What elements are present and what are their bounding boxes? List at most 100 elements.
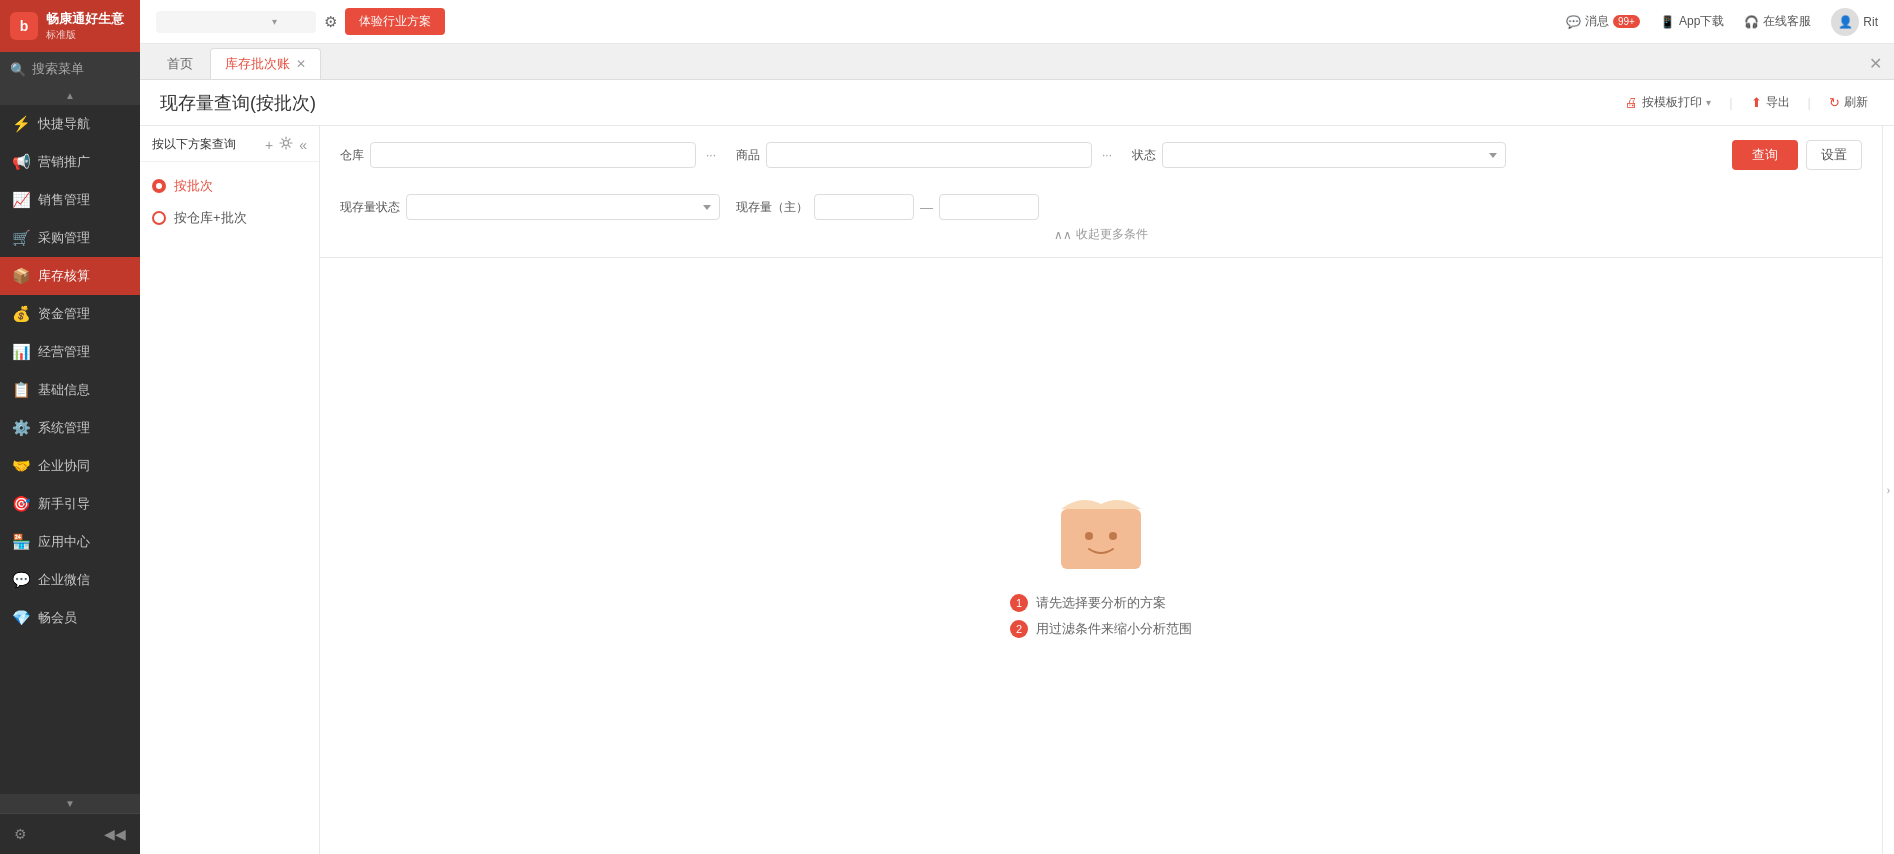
sidebar-item-finance[interactable]: 💰 资金管理	[0, 295, 140, 333]
basic-icon: 📋	[12, 381, 30, 399]
inventory-status-label: 现存量状态	[340, 199, 400, 216]
sidebar-collapse-btn[interactable]: ◀◀	[100, 822, 130, 846]
sidebar-item-wechat[interactable]: 💬 企业微信	[0, 561, 140, 599]
status-select[interactable]	[1162, 142, 1506, 168]
svg-point-3	[1109, 532, 1117, 540]
vip-icon: 💎	[12, 609, 30, 627]
status-label: 状态	[1132, 147, 1156, 164]
topbar-right: 💬 消息 99+ 📱 App下载 🎧 在线客服 👤 Rit	[1566, 8, 1878, 36]
scheme-item-by-batch[interactable]: 按批次	[140, 170, 319, 202]
hint-2-num: 2	[1010, 620, 1028, 638]
product-label: 商品	[736, 147, 760, 164]
product-input[interactable]	[766, 142, 1092, 168]
empty-hint-1: 1 请先选择要分析的方案	[1010, 594, 1192, 612]
warehouse-input[interactable]	[370, 142, 696, 168]
inventory-qty-from-input[interactable]	[814, 194, 914, 220]
query-btn[interactable]: 查询	[1732, 140, 1798, 170]
sidebar-item-quick-nav[interactable]: ⚡ 快捷导航	[0, 105, 140, 143]
print-dropdown-icon[interactable]: ▾	[1706, 97, 1711, 108]
sidebar-scroll-down[interactable]: ▼	[0, 794, 140, 813]
print-icon: 🖨	[1625, 95, 1638, 110]
phone-icon: 📱	[1660, 15, 1675, 29]
scheme-add-btn[interactable]: +	[265, 137, 273, 153]
topbar-search-input[interactable]	[166, 15, 266, 29]
export-btn[interactable]: ⬆ 导出	[1745, 90, 1796, 115]
sidebar-header: b 畅康通好生意 标准版	[0, 0, 140, 52]
appstore-icon: 🏪	[12, 533, 30, 551]
message-btn[interactable]: 💬 消息 99+	[1566, 13, 1640, 30]
finance-icon: 💰	[12, 305, 30, 323]
empty-hint-2: 2 用过滤条件来缩小分析范围	[1010, 620, 1192, 638]
divider2: |	[1808, 95, 1811, 110]
scheme-item-by-warehouse-batch[interactable]: 按仓库+批次	[140, 202, 319, 234]
svg-point-0	[284, 141, 289, 146]
warehouse-field: 仓库 ···	[340, 142, 720, 168]
page-actions: 🖨 按模板打印 ▾ | ⬆ 导出 | ↻ 刷新	[1619, 90, 1874, 115]
filter-row-2: 现存量状态 现存量（主） —	[340, 194, 1862, 220]
sidebar: b 畅康通好生意 标准版 🔍 搜索菜单 ▲ ⚡ 快捷导航 📢 营销推广 📈 销售…	[0, 0, 140, 854]
topbar-gear-icon[interactable]: ⚙	[324, 13, 337, 31]
message-icon: 💬	[1566, 15, 1581, 29]
scheme-dot-by-warehouse-batch	[152, 211, 166, 225]
sidebar-item-enterprise[interactable]: 🤝 企业协同	[0, 447, 140, 485]
tabbar: 首页 库存批次账 ✕ ✕	[140, 44, 1894, 80]
message-badge: 99+	[1613, 15, 1640, 28]
right-edge-collapse[interactable]: ›	[1882, 126, 1894, 854]
search-menu-item[interactable]: 🔍 搜索菜单	[0, 52, 140, 86]
inventory-qty-to-input[interactable]	[939, 194, 1039, 220]
scheme-header-actions: + «	[265, 136, 307, 153]
sidebar-item-appstore[interactable]: 🏪 应用中心	[0, 523, 140, 561]
tab-home[interactable]: 首页	[152, 48, 208, 79]
hint-1-num: 1	[1010, 594, 1028, 612]
sidebar-item-basic[interactable]: 📋 基础信息	[0, 371, 140, 409]
warehouse-label: 仓库	[340, 147, 364, 164]
topbar-search-dropdown-icon[interactable]: ▾	[272, 16, 277, 27]
inventory-status-select[interactable]	[406, 194, 720, 220]
warehouse-more-btn[interactable]: ···	[702, 148, 720, 162]
operations-icon: 📊	[12, 343, 30, 361]
filter-row-1: 仓库 ··· 商品 ··· 状态	[340, 140, 1862, 170]
scheme-settings-btn[interactable]	[279, 136, 293, 153]
service-icon: 🎧	[1744, 15, 1759, 29]
collapse-icon: ∧∧	[1054, 228, 1072, 242]
print-btn[interactable]: 🖨 按模板打印 ▾	[1619, 90, 1717, 115]
sidebar-scroll-up[interactable]: ▲	[0, 86, 140, 105]
sidebar-footer: ⚙ ◀◀	[0, 813, 140, 854]
filter-area: 仓库 ··· 商品 ··· 状态	[320, 126, 1882, 258]
sidebar-settings-btn[interactable]: ⚙	[10, 822, 31, 846]
page-title: 现存量查询(按批次)	[160, 91, 316, 115]
sidebar-item-vip[interactable]: 💎 畅会员	[0, 599, 140, 637]
sidebar-item-newbie[interactable]: 🎯 新手引导	[0, 485, 140, 523]
tab-inventory-batch[interactable]: 库存批次账 ✕	[210, 48, 321, 79]
topbar-search-area[interactable]: ▾	[156, 11, 316, 33]
online-service-btn[interactable]: 🎧 在线客服	[1744, 13, 1811, 30]
range-separator: —	[920, 200, 933, 215]
industry-btn[interactable]: 体验行业方案	[345, 8, 445, 35]
empty-hints: 1 请先选择要分析的方案 2 用过滤条件来缩小分析范围	[1010, 594, 1192, 638]
wechat-icon: 💬	[12, 571, 30, 589]
system-icon: ⚙️	[12, 419, 30, 437]
enterprise-icon: 🤝	[12, 457, 30, 475]
tab-close-inventory-batch[interactable]: ✕	[296, 58, 306, 70]
refresh-btn[interactable]: ↻ 刷新	[1823, 90, 1874, 115]
sidebar-item-purchase[interactable]: 🛒 采购管理	[0, 219, 140, 257]
inventory-status-field: 现存量状态	[340, 194, 720, 220]
sidebar-item-marketing[interactable]: 📢 营销推广	[0, 143, 140, 181]
right-panel: 仓库 ··· 商品 ··· 状态	[320, 126, 1882, 854]
svg-rect-1	[1061, 509, 1141, 569]
user-info[interactable]: 👤 Rit	[1831, 8, 1878, 36]
app-download-btn[interactable]: 📱 App下载	[1660, 13, 1724, 30]
search-icon: 🔍	[10, 62, 26, 77]
filter-settings-btn[interactable]: 设置	[1806, 140, 1862, 170]
page-header: 现存量查询(按批次) 🖨 按模板打印 ▾ | ⬆ 导出 | ↻ 刷新	[140, 80, 1894, 126]
divider1: |	[1729, 95, 1732, 110]
sidebar-item-inventory[interactable]: 📦 库存核算	[0, 257, 140, 295]
inventory-qty-field: 现存量（主） —	[736, 194, 1116, 220]
collapse-btn[interactable]: ∧∧ 收起更多条件	[340, 220, 1862, 243]
scheme-collapse-btn[interactable]: «	[299, 137, 307, 153]
sidebar-item-system[interactable]: ⚙️ 系统管理	[0, 409, 140, 447]
product-more-btn[interactable]: ···	[1098, 148, 1116, 162]
tab-close-all-btn[interactable]: ✕	[1869, 54, 1882, 79]
sidebar-item-operations[interactable]: 📊 经营管理	[0, 333, 140, 371]
sidebar-item-sales[interactable]: 📈 销售管理	[0, 181, 140, 219]
